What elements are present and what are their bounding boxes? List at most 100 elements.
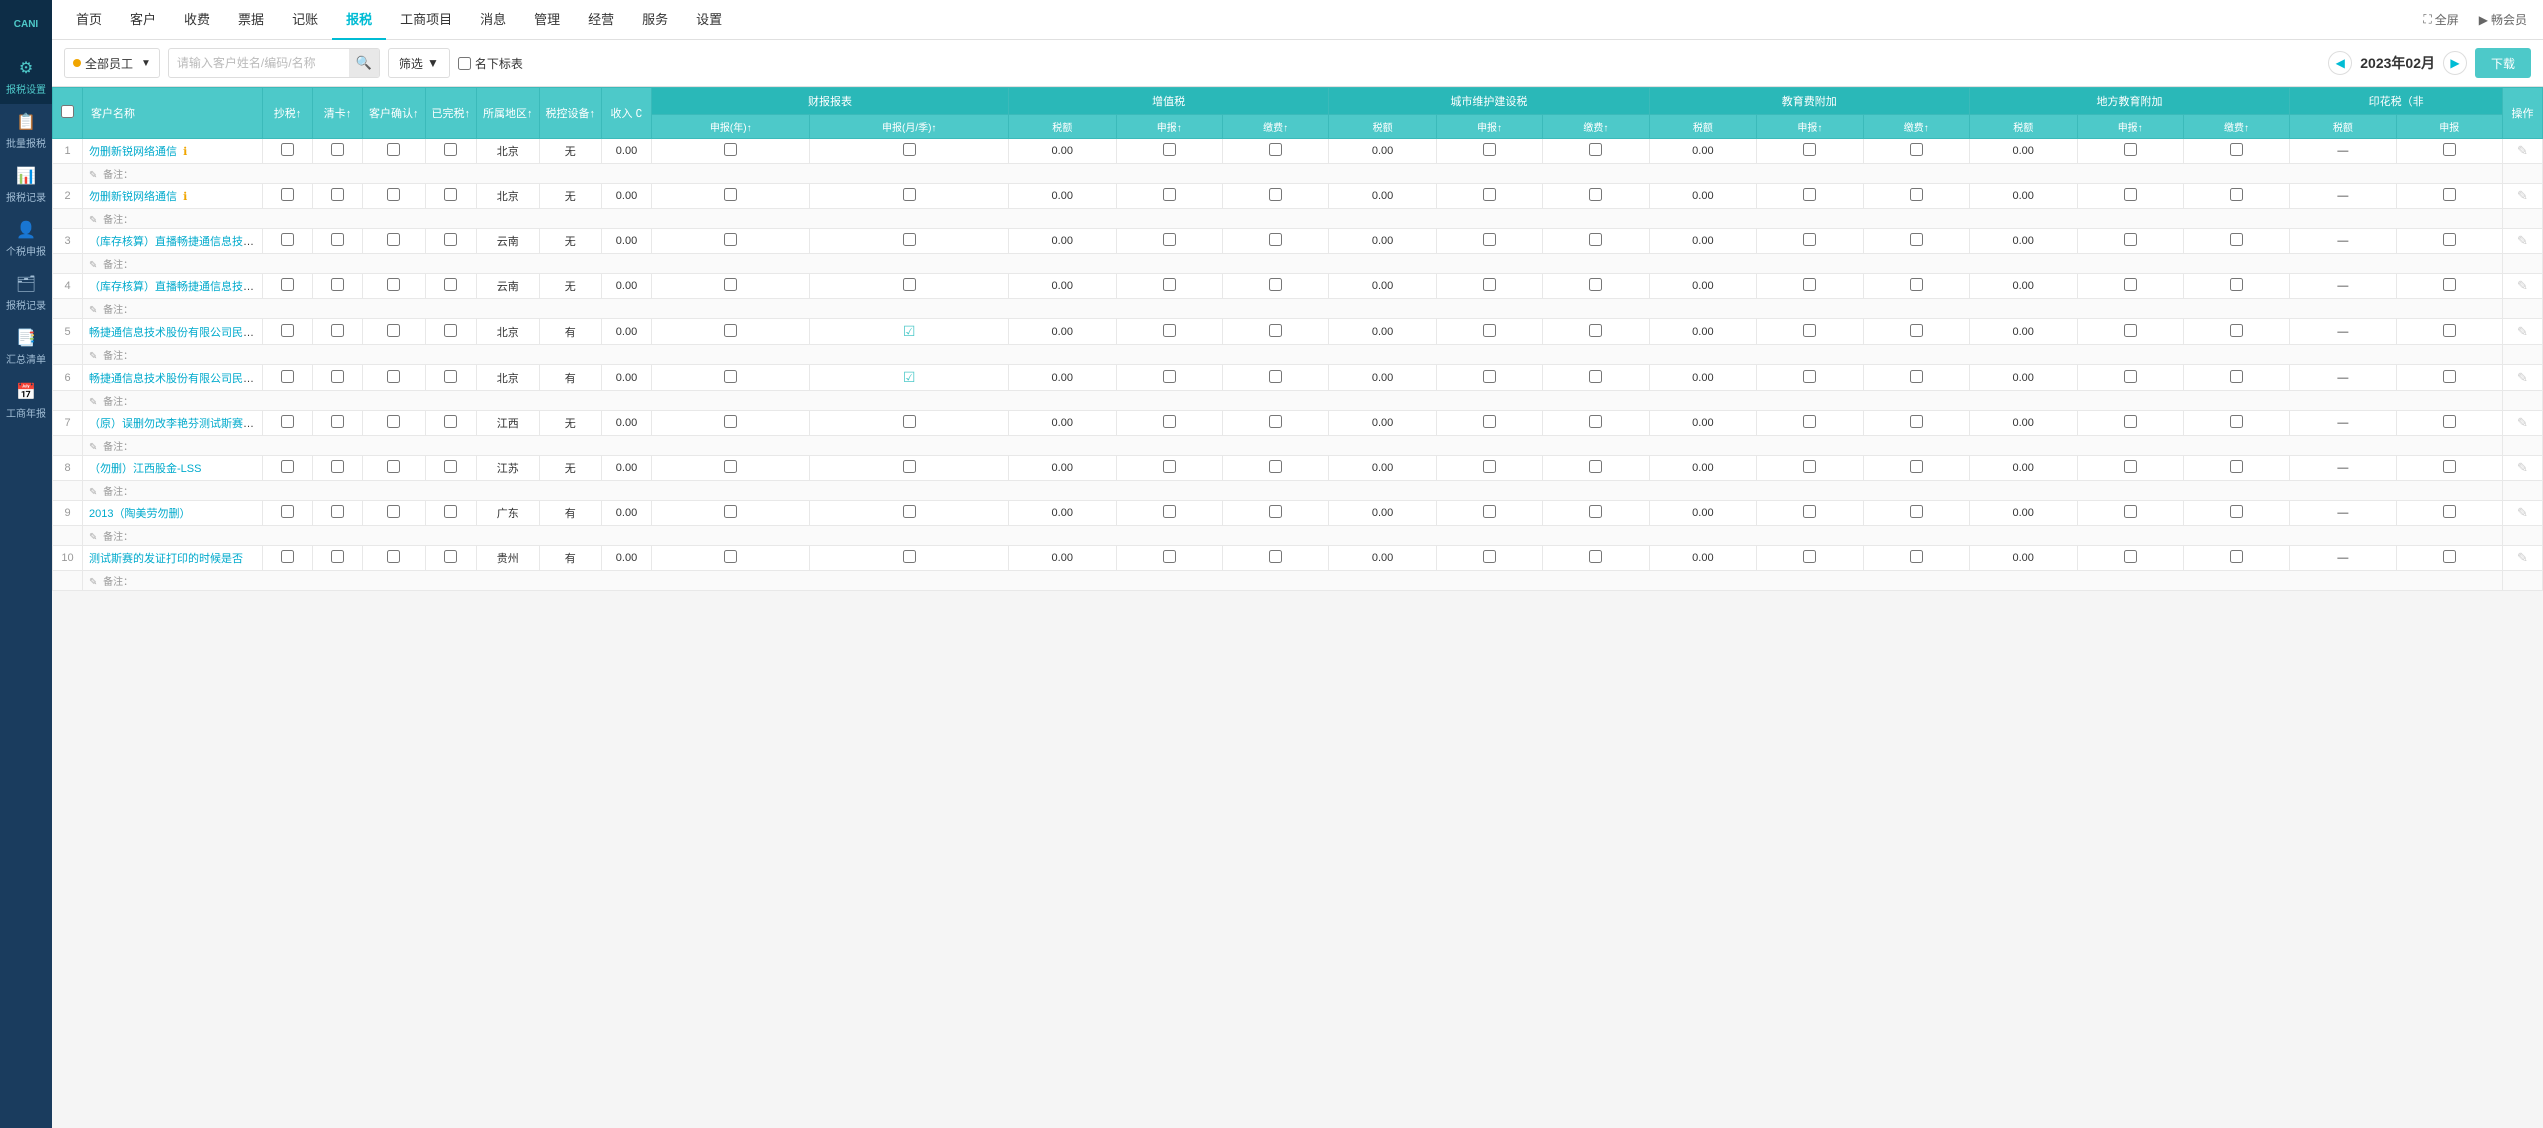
difang-mianshui-cb[interactable] bbox=[2230, 415, 2243, 428]
jiaoyu-mianshui-cb[interactable] bbox=[1910, 415, 1923, 428]
difang-declare-cb[interactable] bbox=[2124, 460, 2137, 473]
copy-tax-checkbox[interactable] bbox=[281, 370, 294, 383]
zengzhi-declare-cb[interactable] bbox=[1163, 143, 1176, 156]
zengzhi-declare-cb[interactable] bbox=[1163, 505, 1176, 518]
caishui-month-cb[interactable] bbox=[903, 188, 916, 201]
zengzhi-declare-cb[interactable] bbox=[1163, 233, 1176, 246]
company-name-link[interactable]: 勿删新锐网络通信 bbox=[89, 191, 177, 203]
difang-declare-cb[interactable] bbox=[2124, 370, 2137, 383]
zengzhi-declare-cb[interactable] bbox=[1163, 324, 1176, 337]
copy-tax-checkbox[interactable] bbox=[281, 415, 294, 428]
jiaoyu-mianshui-cb[interactable] bbox=[1910, 233, 1923, 246]
nav-jizhi[interactable]: 记账 bbox=[278, 0, 332, 40]
info-icon[interactable]: ℹ bbox=[183, 146, 187, 158]
note-edit-icon[interactable]: ✎ bbox=[89, 351, 97, 362]
difang-declare-cb[interactable] bbox=[2124, 415, 2137, 428]
member-button[interactable]: ▶ 畅会员 bbox=[2473, 8, 2533, 31]
difang-declare-cb[interactable] bbox=[2124, 233, 2137, 246]
search-input[interactable] bbox=[169, 56, 349, 70]
chengshi-mianshui-cb[interactable] bbox=[1589, 415, 1602, 428]
chengshi-mianshui-cb[interactable] bbox=[1589, 143, 1602, 156]
yinhua-declare-cb[interactable] bbox=[2443, 415, 2456, 428]
nav-jingying[interactable]: 经营 bbox=[574, 0, 628, 40]
company-name-link[interactable]: 测试斯赛的发证打印的时候是否 bbox=[89, 553, 243, 565]
jiaoyu-mianshui-cb[interactable] bbox=[1910, 460, 1923, 473]
edit-icon[interactable]: ✎ bbox=[2517, 550, 2528, 565]
fullscreen-button[interactable]: ⛶ 全屏 bbox=[2417, 8, 2464, 31]
zengzhi-declare-cb[interactable] bbox=[1163, 370, 1176, 383]
chengshi-declare-cb[interactable] bbox=[1483, 278, 1496, 291]
company-name-link[interactable]: （原）误删勿改李艳芬测试斯赛新1 bbox=[89, 418, 260, 430]
nav-xiaoxi[interactable]: 消息 bbox=[466, 0, 520, 40]
chengshi-mianshui-cb[interactable] bbox=[1589, 505, 1602, 518]
copy-tax-checkbox[interactable] bbox=[281, 460, 294, 473]
chengshi-mianshui-cb[interactable] bbox=[1589, 188, 1602, 201]
copy-tax-checkbox[interactable] bbox=[281, 188, 294, 201]
chengshi-mianshui-cb[interactable] bbox=[1589, 460, 1602, 473]
clear-card-checkbox[interactable] bbox=[331, 324, 344, 337]
caishui-month-cb[interactable] bbox=[903, 460, 916, 473]
jiaoyu-mianshui-cb[interactable] bbox=[1910, 188, 1923, 201]
difang-mianshui-cb[interactable] bbox=[2230, 550, 2243, 563]
note-edit-icon[interactable]: ✎ bbox=[89, 170, 97, 181]
sidebar-item-nianbao[interactable]: 📅 工商年报 bbox=[0, 374, 52, 428]
yinhua-declare-cb[interactable] bbox=[2443, 278, 2456, 291]
caishui-month-cb[interactable] bbox=[903, 550, 916, 563]
company-name-link[interactable]: （库存核算）直播畅捷通信息技术股份有限... bbox=[89, 236, 263, 248]
difang-declare-cb[interactable] bbox=[2124, 143, 2137, 156]
employee-filter[interactable]: 全部员工 ▼ bbox=[64, 48, 160, 78]
difang-mianshui-cb[interactable] bbox=[2230, 460, 2243, 473]
jiaoyu-declare-cb[interactable] bbox=[1803, 550, 1816, 563]
edit-icon[interactable]: ✎ bbox=[2517, 370, 2528, 385]
chengshi-mianshui-cb[interactable] bbox=[1589, 324, 1602, 337]
difang-mianshui-cb[interactable] bbox=[2230, 505, 2243, 518]
note-edit-icon[interactable]: ✎ bbox=[89, 442, 97, 453]
edit-icon[interactable]: ✎ bbox=[2517, 233, 2528, 248]
caishui-year-cb[interactable] bbox=[724, 505, 737, 518]
copy-tax-checkbox[interactable] bbox=[281, 324, 294, 337]
copy-tax-checkbox[interactable] bbox=[281, 278, 294, 291]
zengzhi-mianshui-cb[interactable] bbox=[1269, 370, 1282, 383]
zengzhi-declare-cb[interactable] bbox=[1163, 460, 1176, 473]
zengzhi-mianshui-cb[interactable] bbox=[1269, 505, 1282, 518]
name-tag[interactable]: 名下标表 bbox=[458, 55, 523, 72]
declared-checkbox[interactable] bbox=[444, 278, 457, 291]
filter-button[interactable]: 筛选 ▼ bbox=[388, 48, 450, 78]
declared-checkbox[interactable] bbox=[444, 460, 457, 473]
confirm-checkbox[interactable] bbox=[387, 188, 400, 201]
zengzhi-mianshui-cb[interactable] bbox=[1269, 233, 1282, 246]
clear-card-checkbox[interactable] bbox=[331, 278, 344, 291]
clear-card-checkbox[interactable] bbox=[331, 550, 344, 563]
note-edit-icon[interactable]: ✎ bbox=[89, 305, 97, 316]
sidebar-item-baoshui-jilan[interactable]: 📊 报税记录 bbox=[0, 158, 52, 212]
difang-mianshui-cb[interactable] bbox=[2230, 143, 2243, 156]
confirm-checkbox[interactable] bbox=[387, 550, 400, 563]
sidebar-item-geshui-shenbao[interactable]: 👤 个税申报 bbox=[0, 212, 52, 266]
chengshi-mianshui-cb[interactable] bbox=[1589, 278, 1602, 291]
company-name-link[interactable]: 畅捷通信息技术股份有限公司民非测试 bbox=[89, 327, 263, 339]
chengshi-declare-cb[interactable] bbox=[1483, 233, 1496, 246]
edit-icon[interactable]: ✎ bbox=[2517, 324, 2528, 339]
edit-icon[interactable]: ✎ bbox=[2517, 505, 2528, 520]
declared-checkbox[interactable] bbox=[444, 550, 457, 563]
caishui-year-cb[interactable] bbox=[724, 415, 737, 428]
zengzhi-mianshui-cb[interactable] bbox=[1269, 550, 1282, 563]
yinhua-declare-cb[interactable] bbox=[2443, 505, 2456, 518]
zengzhi-mianshui-cb[interactable] bbox=[1269, 324, 1282, 337]
company-name-link[interactable]: （库存核算）直播畅捷通信息技术股份有限... bbox=[89, 281, 263, 293]
jiaoyu-declare-cb[interactable] bbox=[1803, 415, 1816, 428]
table-container[interactable]: 客户名称 抄税↑ 清卡↑ 客户确认↑ 已完税↑ 所属地区↑ 税控设备↑ 收入 ∁… bbox=[52, 87, 2543, 1128]
caishui-month-cb[interactable] bbox=[903, 505, 916, 518]
confirm-checkbox[interactable] bbox=[387, 505, 400, 518]
yinhua-declare-cb[interactable] bbox=[2443, 233, 2456, 246]
company-name-link[interactable]: （勿删）江西股金-LSS bbox=[89, 463, 201, 475]
confirm-checkbox[interactable] bbox=[387, 460, 400, 473]
yinhua-declare-cb[interactable] bbox=[2443, 550, 2456, 563]
copy-tax-checkbox[interactable] bbox=[281, 143, 294, 156]
caishui-year-cb[interactable] bbox=[724, 550, 737, 563]
chengshi-mianshui-cb[interactable] bbox=[1589, 550, 1602, 563]
difang-declare-cb[interactable] bbox=[2124, 324, 2137, 337]
clear-card-checkbox[interactable] bbox=[331, 143, 344, 156]
zengzhi-mianshui-cb[interactable] bbox=[1269, 460, 1282, 473]
jiaoyu-declare-cb[interactable] bbox=[1803, 188, 1816, 201]
